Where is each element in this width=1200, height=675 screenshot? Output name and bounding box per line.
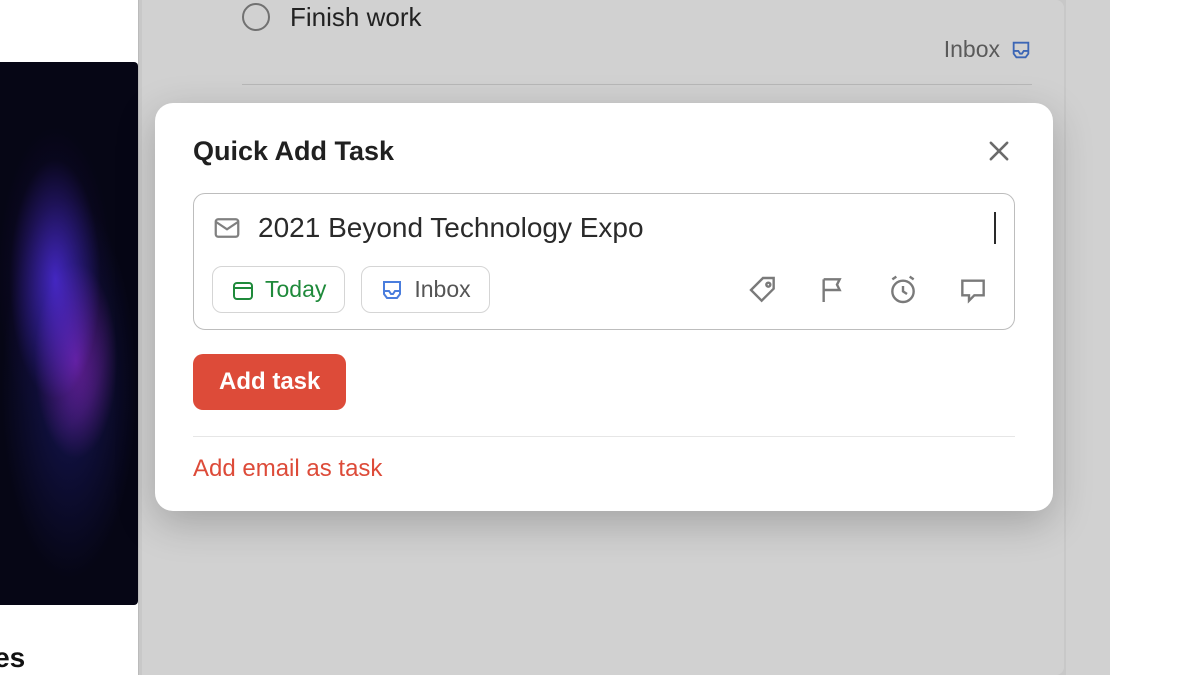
tag-icon	[747, 274, 779, 306]
task-action-icons	[746, 273, 996, 307]
inbox-icon	[380, 278, 404, 302]
priority-button[interactable]	[816, 273, 850, 307]
schedule-chip-label: Today	[265, 276, 326, 303]
task-input-line	[212, 212, 996, 244]
article-thumbnail	[0, 62, 138, 605]
alarm-icon	[887, 274, 919, 306]
article-headline-fragment: es a series	[0, 642, 142, 674]
comment-icon	[957, 274, 989, 306]
article-sidebar: es a series	[0, 0, 138, 675]
label-button[interactable]	[746, 273, 780, 307]
project-chip-label: Inbox	[414, 276, 470, 303]
task-name-input[interactable]	[258, 212, 992, 244]
modal-title: Quick Add Task	[193, 136, 394, 167]
quick-add-task-modal: Quick Add Task Today Inbox	[155, 103, 1053, 511]
task-input-container: Today Inbox	[193, 193, 1015, 330]
project-chip[interactable]: Inbox	[361, 266, 489, 313]
text-cursor	[994, 212, 996, 244]
close-button[interactable]	[983, 135, 1015, 167]
comment-button[interactable]	[956, 273, 990, 307]
reminder-button[interactable]	[886, 273, 920, 307]
modal-divider	[193, 436, 1015, 437]
mail-icon	[212, 213, 242, 243]
add-email-as-task-link[interactable]: Add email as task	[193, 455, 382, 483]
modal-header: Quick Add Task	[193, 135, 1015, 167]
flag-icon	[817, 274, 849, 306]
task-options-row: Today Inbox	[212, 266, 996, 313]
calendar-icon	[231, 278, 255, 302]
add-task-button[interactable]: Add task	[193, 354, 346, 410]
schedule-chip[interactable]: Today	[212, 266, 345, 313]
close-icon	[985, 137, 1013, 165]
